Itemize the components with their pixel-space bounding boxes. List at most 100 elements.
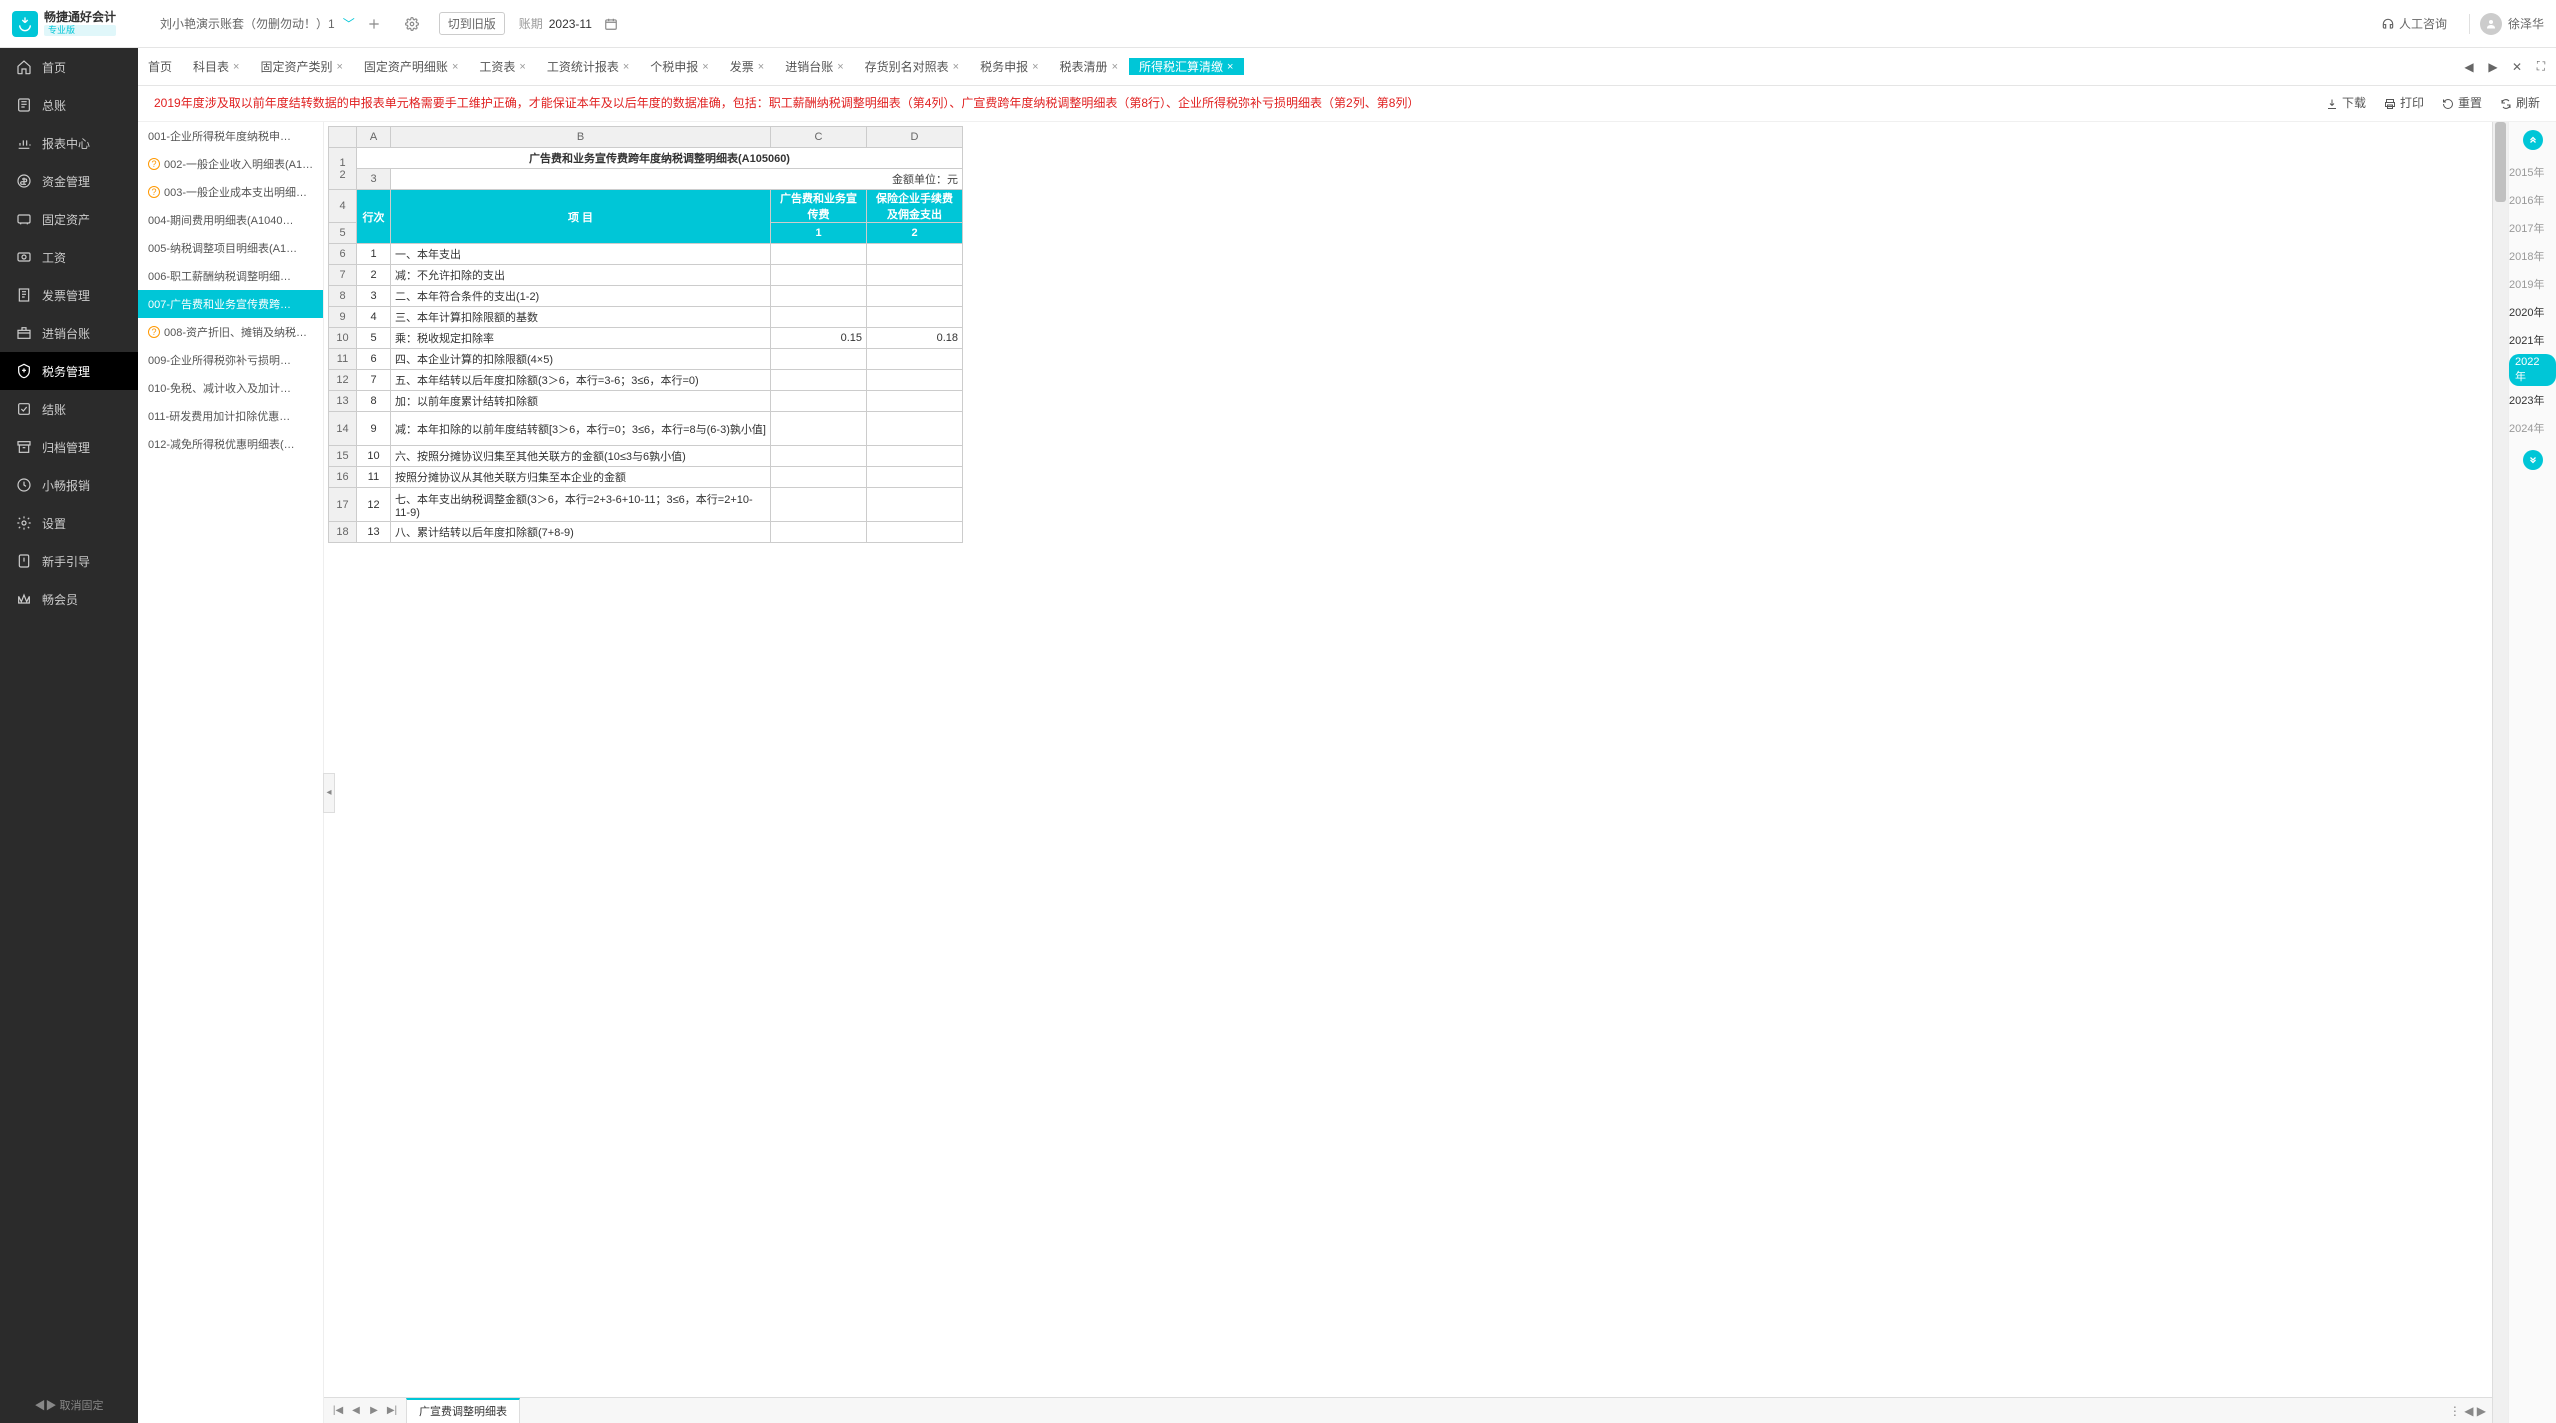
form-list-item[interactable]: 007-广告费和业务宣传费跨… — [138, 290, 323, 318]
row-header[interactable]: 9 — [329, 307, 357, 328]
sidebar-item-fund[interactable]: 资金管理 — [0, 162, 138, 200]
sidebar-toggle[interactable]: ◀▶ 取消固定 — [0, 1387, 138, 1423]
sidebar-item-vip[interactable]: 畅会员 — [0, 580, 138, 618]
sidebar-item-archive[interactable]: 归档管理 — [0, 428, 138, 466]
cell-value-d[interactable] — [867, 349, 963, 370]
close-icon[interactable]: × — [953, 61, 959, 73]
cell-project[interactable]: 一、本年支出 — [391, 244, 771, 265]
cell-value-d[interactable] — [867, 286, 963, 307]
year-item[interactable]: 2023年 — [2509, 386, 2556, 414]
cell-value-d[interactable] — [867, 307, 963, 328]
collapse-handle[interactable]: ◂ — [323, 773, 335, 813]
tab[interactable]: 固定资产明细账× — [354, 58, 469, 75]
period-value[interactable]: 2023-11 — [549, 17, 592, 31]
cell-value-d[interactable] — [867, 488, 963, 522]
close-icon[interactable]: × — [336, 61, 342, 73]
cell-project[interactable]: 二、本年符合条件的支出(1-2) — [391, 286, 771, 307]
tab[interactable]: 税务申报× — [970, 58, 1049, 75]
close-icon[interactable]: × — [702, 61, 708, 73]
row-header[interactable]: 6 — [329, 244, 357, 265]
cell-value-c[interactable]: 0.15 — [771, 328, 867, 349]
form-list-item[interactable]: 012-减免所得税优惠明细表(… — [138, 430, 323, 458]
cell-rownum[interactable]: 10 — [357, 446, 391, 467]
cell-project[interactable]: 减：不允许扣除的支出 — [391, 265, 771, 286]
tab[interactable]: 个税申报× — [640, 58, 719, 75]
tab[interactable]: 发票× — [720, 58, 775, 75]
tab[interactable]: 工资统计报表× — [537, 58, 640, 75]
cell-project[interactable]: 五、本年结转以后年度扣除额(3＞6，本行=3-6；3≤6，本行=0) — [391, 370, 771, 391]
cell-value-c[interactable] — [771, 391, 867, 412]
cell-value-d[interactable] — [867, 370, 963, 391]
support-link[interactable]: 人工咨询 — [2381, 15, 2447, 32]
cell-value-d[interactable] — [867, 446, 963, 467]
tab[interactable]: 所得税汇算清缴× — [1129, 58, 1244, 75]
calendar-icon[interactable] — [598, 11, 624, 37]
sheet-scroll[interactable]: A B C D 12广告费和业务宣传费跨年度纳税调整明细表(A105060) 3… — [324, 122, 2492, 1397]
form-list-item[interactable]: ?003-一般企业成本支出明细… — [138, 178, 323, 206]
form-list-item[interactable]: 004-期间费用明细表(A1040… — [138, 206, 323, 234]
refresh-button[interactable]: 刷新 — [2500, 94, 2540, 113]
year-item[interactable]: 2022年 — [2509, 354, 2556, 386]
form-list-item[interactable]: 001-企业所得税年度纳税申… — [138, 122, 323, 150]
cell-value-d[interactable]: 0.18 — [867, 328, 963, 349]
cell-value-c[interactable] — [771, 370, 867, 391]
tab[interactable]: 固定资产类别× — [250, 58, 353, 75]
sidebar-item-ledger[interactable]: 总账 — [0, 86, 138, 124]
cell-project[interactable]: 减：本年扣除的以前年度结转额[3＞6，本行=0；3≤6，本行=8与(6-3)孰小… — [391, 412, 771, 446]
download-button[interactable]: 下载 — [2326, 94, 2366, 113]
form-list-item[interactable]: ?008-资产折旧、摊销及纳税… — [138, 318, 323, 346]
cell-value-d[interactable] — [867, 244, 963, 265]
reset-button[interactable]: 重置 — [2442, 94, 2482, 113]
print-button[interactable]: 打印 — [2384, 94, 2424, 113]
form-list-item[interactable]: 005-纳税调整项目明细表(A1… — [138, 234, 323, 262]
cell-rownum[interactable]: 2 — [357, 265, 391, 286]
form-list-item[interactable]: 010-免税、减计收入及加计… — [138, 374, 323, 402]
sidebar-item-stock[interactable]: 进销台账 — [0, 314, 138, 352]
sidebar-item-expense[interactable]: 小畅报销 — [0, 466, 138, 504]
scroll-up-icon[interactable] — [2523, 130, 2543, 150]
year-item[interactable]: 2020年 — [2509, 298, 2556, 326]
cell-project[interactable]: 四、本企业计算的扣除限额(4×5) — [391, 349, 771, 370]
cell-project[interactable]: 加：以前年度累计结转扣除额 — [391, 391, 771, 412]
row-header[interactable]: 14 — [329, 412, 357, 446]
form-list-item[interactable]: 006-职工薪酬纳税调整明细… — [138, 262, 323, 290]
cell-value-c[interactable] — [771, 307, 867, 328]
cell-rownum[interactable]: 4 — [357, 307, 391, 328]
col-C[interactable]: C — [771, 127, 867, 148]
close-icon[interactable]: × — [1112, 61, 1118, 73]
gear-icon[interactable] — [399, 11, 425, 37]
cell-value-c[interactable] — [771, 446, 867, 467]
row-header[interactable]: 16 — [329, 467, 357, 488]
close-icon[interactable]: × — [837, 61, 843, 73]
row-header[interactable]: 18 — [329, 522, 357, 543]
cell-value-c[interactable] — [771, 488, 867, 522]
cell-project[interactable]: 七、本年支出纳税调整金额(3＞6，本行=2+3-6+10-11；3≤6，本行=2… — [391, 488, 771, 522]
row-header[interactable]: 11 — [329, 349, 357, 370]
cell-rownum[interactable]: 5 — [357, 328, 391, 349]
tab-next-icon[interactable]: ▶ — [2484, 58, 2502, 76]
cell-value-d[interactable] — [867, 467, 963, 488]
sidebar-item-guide[interactable]: 新手引导 — [0, 542, 138, 580]
tab[interactable]: 科目表× — [183, 58, 250, 75]
corner-cell[interactable] — [329, 127, 357, 148]
cell-project[interactable]: 按照分摊协议从其他关联方归集至本企业的金额 — [391, 467, 771, 488]
sidebar-item-close[interactable]: 结账 — [0, 390, 138, 428]
cell-value-c[interactable] — [771, 412, 867, 446]
account-selector[interactable]: 刘小艳演示账套（勿删勿动！）1 ﹀ — [160, 15, 355, 32]
close-icon[interactable]: × — [1032, 61, 1038, 73]
cell-rownum[interactable]: 13 — [357, 522, 391, 543]
sheet-first-icon[interactable]: |◀ — [330, 1403, 346, 1419]
cell-rownum[interactable]: 9 — [357, 412, 391, 446]
cell-project[interactable]: 六、按照分摊协议归集至其他关联方的金额(10≤3与6孰小值) — [391, 446, 771, 467]
close-icon[interactable]: × — [758, 61, 764, 73]
close-icon[interactable]: × — [1227, 61, 1233, 73]
cell-value-d[interactable] — [867, 522, 963, 543]
cell-rownum[interactable]: 8 — [357, 391, 391, 412]
fullscreen-icon[interactable]: ⛶ — [2532, 58, 2550, 76]
tab[interactable]: 工资表× — [469, 58, 536, 75]
tab-prev-icon[interactable]: ◀ — [2460, 58, 2478, 76]
cell-project[interactable]: 三、本年计算扣除限额的基数 — [391, 307, 771, 328]
cell-value-c[interactable] — [771, 522, 867, 543]
sheet-prev-icon[interactable]: ◀ — [348, 1403, 364, 1419]
close-icon[interactable]: × — [233, 61, 239, 73]
